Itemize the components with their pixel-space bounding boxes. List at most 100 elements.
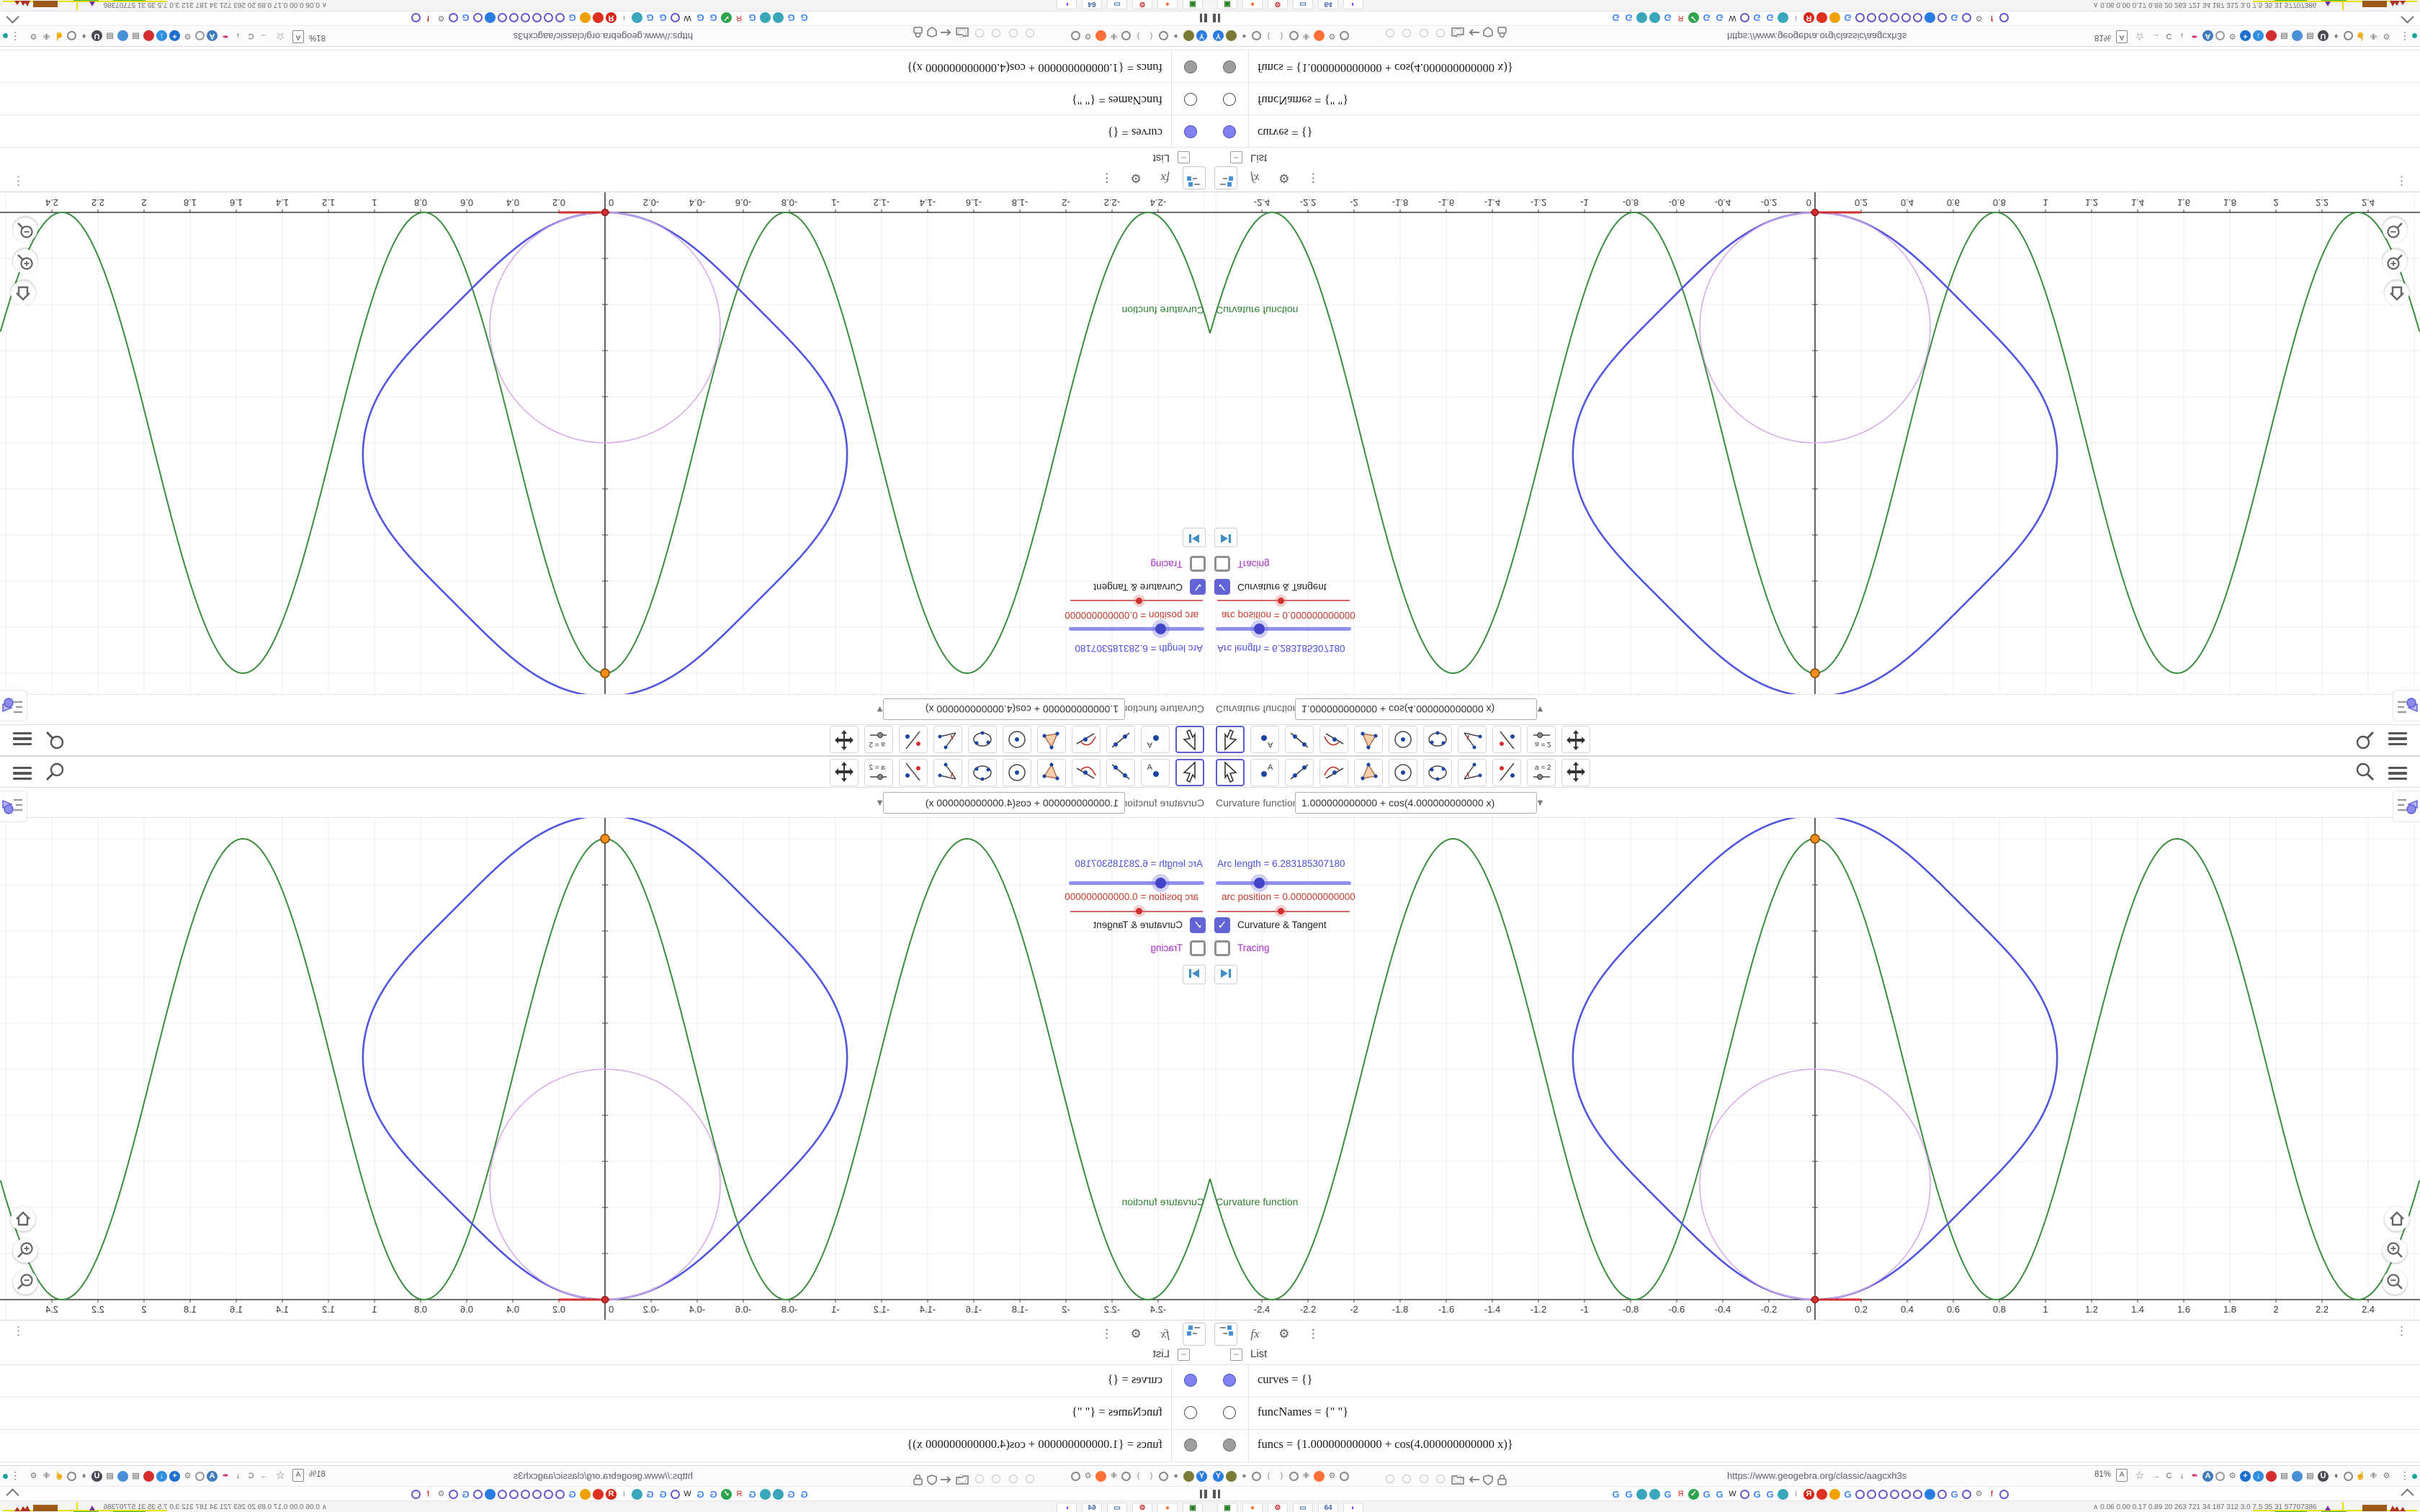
tree-view-button[interactable] bbox=[1214, 1323, 1237, 1346]
algebra-row-funcs[interactable]: funcs = {1.000000000000 + cos(4.00000000… bbox=[0, 1429, 1210, 1462]
terminal-icon[interactable]: ▣ bbox=[1183, 0, 1203, 10]
globe-icon[interactable] bbox=[1289, 1472, 1299, 1482]
visibility-toggle[interactable] bbox=[1223, 1406, 1236, 1419]
curvature-function-input[interactable] bbox=[1295, 698, 1537, 720]
globe-icon[interactable] bbox=[1159, 1472, 1168, 1482]
google-icon[interactable]: G bbox=[567, 12, 578, 23]
wrench-icon[interactable]: ✙ bbox=[41, 30, 52, 41]
tool-line-button[interactable] bbox=[1106, 726, 1135, 753]
firefox-icon[interactable]: ● bbox=[1242, 1502, 1263, 1512]
terminal-icon[interactable]: ▣ bbox=[1217, 0, 1237, 10]
wikipedia-icon[interactable]: W bbox=[682, 12, 693, 23]
gear-icon[interactable]: ⚙ bbox=[2227, 30, 2238, 41]
google-icon[interactable]: G bbox=[695, 1489, 706, 1500]
poly-badge-icon[interactable] bbox=[1890, 1490, 1899, 1500]
curvature-tangent-checkbox[interactable]: ✓ bbox=[1214, 917, 1230, 933]
tool-angle-button[interactable] bbox=[933, 726, 962, 753]
globe-color-icon[interactable] bbox=[2292, 1471, 2303, 1482]
google-icon[interactable]: G bbox=[1714, 1489, 1725, 1500]
panel-kebab-icon[interactable]: ⋮ bbox=[12, 174, 24, 188]
visibility-toggle[interactable] bbox=[1184, 1406, 1197, 1419]
reload-icon[interactable]: C bbox=[246, 30, 256, 41]
red-gear-icon[interactable]: ⚙ bbox=[1132, 0, 1152, 10]
globe-icon[interactable] bbox=[1121, 1472, 1131, 1482]
tool-move-view-button[interactable] bbox=[830, 759, 859, 786]
highlighter-icon[interactable]: ✒ bbox=[2190, 1471, 2200, 1482]
arc-position-slider-handle[interactable] bbox=[1136, 598, 1142, 604]
zoom-out-button[interactable] bbox=[2383, 1270, 2407, 1295]
gear-icon[interactable]: ⚙ bbox=[1973, 1489, 1984, 1500]
google-icon[interactable]: G bbox=[1765, 12, 1775, 23]
firefox-icon[interactable]: ● bbox=[1157, 0, 1178, 10]
olive-badge-icon[interactable] bbox=[1226, 1471, 1237, 1482]
wikipedia-icon[interactable]: W bbox=[1727, 1489, 1738, 1500]
poly-badge-icon[interactable] bbox=[671, 1490, 680, 1500]
tool-conic-button[interactable] bbox=[968, 759, 997, 786]
blue-oval-icon[interactable] bbox=[485, 1489, 496, 1500]
download-icon[interactable]: ↓ bbox=[2177, 1471, 2187, 1482]
yandex-red-icon[interactable]: Я bbox=[606, 12, 617, 23]
down-circle-icon[interactable]: ↓ bbox=[2253, 30, 2264, 41]
settings-icon[interactable]: ⚙ bbox=[28, 1471, 39, 1482]
tool-angle-button[interactable] bbox=[1458, 759, 1487, 786]
info-icon[interactable]: i bbox=[1791, 12, 1801, 23]
monitor-icon[interactable]: ▭ bbox=[1293, 1502, 1313, 1512]
tool-move-button[interactable] bbox=[1216, 726, 1245, 753]
image-icon[interactable] bbox=[580, 1489, 591, 1500]
tool-line-button[interactable] bbox=[1106, 759, 1135, 786]
globe-icon[interactable] bbox=[2344, 30, 2353, 40]
arc-position-slider[interactable] bbox=[1070, 908, 1203, 914]
search-tool-button[interactable] bbox=[2352, 761, 2377, 783]
wikipedia-icon[interactable]: W bbox=[1727, 12, 1738, 23]
arc-left-icon[interactable]: ( bbox=[1263, 1471, 1274, 1482]
play-step-button[interactable] bbox=[1183, 528, 1206, 547]
tool-angle-button[interactable] bbox=[1458, 726, 1487, 753]
poly-badge-icon[interactable] bbox=[1937, 12, 1947, 22]
oval-icon[interactable] bbox=[195, 1472, 205, 1482]
graphics-view[interactable]: -2.4 -2.2 -2 -1.8 -1.6 -1.4 -1.2 -1 -0.8 -0.6 -0.4… bbox=[0, 192, 1210, 694]
olive-badge-icon[interactable] bbox=[1183, 30, 1194, 41]
yandex-red-icon[interactable]: Я bbox=[1803, 1489, 1814, 1500]
info-icon[interactable]: i bbox=[619, 12, 629, 23]
arc-length-slider[interactable] bbox=[1216, 624, 1351, 634]
gear-icon[interactable]: ⚙ bbox=[1327, 30, 1337, 41]
visibility-toggle[interactable] bbox=[1184, 1374, 1197, 1387]
poly-badge-icon[interactable] bbox=[1901, 12, 1911, 22]
zoom-level-badge[interactable]: 81% bbox=[2094, 33, 2111, 42]
poly-badge-icon[interactable] bbox=[1901, 1490, 1911, 1500]
settings-icon[interactable]: ⚙ bbox=[2381, 1471, 2392, 1482]
curvature-function-input[interactable] bbox=[1295, 792, 1537, 814]
curvature-tangent-checkbox[interactable]: ✓ bbox=[1214, 579, 1230, 595]
google-icon[interactable]: G bbox=[1714, 12, 1725, 23]
google-icon[interactable]: G bbox=[658, 12, 668, 23]
pdf-icon[interactable] bbox=[2266, 1471, 2277, 1482]
green-badge-icon[interactable]: ✓ bbox=[721, 1489, 732, 1500]
red-badge-icon[interactable] bbox=[1816, 12, 1827, 23]
globe-icon[interactable] bbox=[1071, 1472, 1080, 1482]
google-icon[interactable]: G bbox=[786, 1489, 797, 1500]
arc-left-icon[interactable]: ( bbox=[1146, 1471, 1157, 1482]
globe-icon[interactable] bbox=[67, 1472, 76, 1482]
tool-circle-button[interactable] bbox=[1003, 759, 1031, 786]
gear-icon[interactable]: ⚙ bbox=[1083, 1471, 1093, 1482]
zoom-level-badge[interactable]: 81% bbox=[309, 1470, 326, 1479]
trash-icon[interactable]: ▤ bbox=[130, 30, 141, 41]
poly-badge-icon[interactable] bbox=[1937, 1490, 1947, 1500]
tracing-checkbox[interactable] bbox=[1190, 556, 1206, 572]
floppy-64-icon[interactable]: 64 bbox=[1318, 0, 1338, 10]
info-icon[interactable]: i bbox=[619, 1489, 629, 1500]
tool-point-button[interactable]: A bbox=[1141, 726, 1170, 753]
panel-kebab-icon[interactable]: ⋮ bbox=[2396, 174, 2408, 188]
inactive-extension-icon[interactable] bbox=[1026, 1474, 1034, 1483]
google-icon[interactable]: G bbox=[460, 12, 471, 23]
visibility-toggle[interactable] bbox=[1223, 93, 1236, 106]
overflow-menu-icon[interactable]: ⋮ bbox=[3, 30, 20, 42]
google-icon[interactable]: G bbox=[1623, 1489, 1634, 1500]
f-script-icon[interactable]: f bbox=[423, 1489, 434, 1500]
tool-line-button[interactable] bbox=[1285, 759, 1314, 786]
thumbs-up-icon[interactable]: ☝ bbox=[54, 30, 65, 41]
blue-oval-icon[interactable] bbox=[1924, 12, 1935, 23]
globe-icon[interactable] bbox=[1289, 30, 1299, 40]
google-icon[interactable]: G bbox=[799, 1489, 810, 1500]
tool-point-button[interactable]: A bbox=[1250, 759, 1279, 786]
